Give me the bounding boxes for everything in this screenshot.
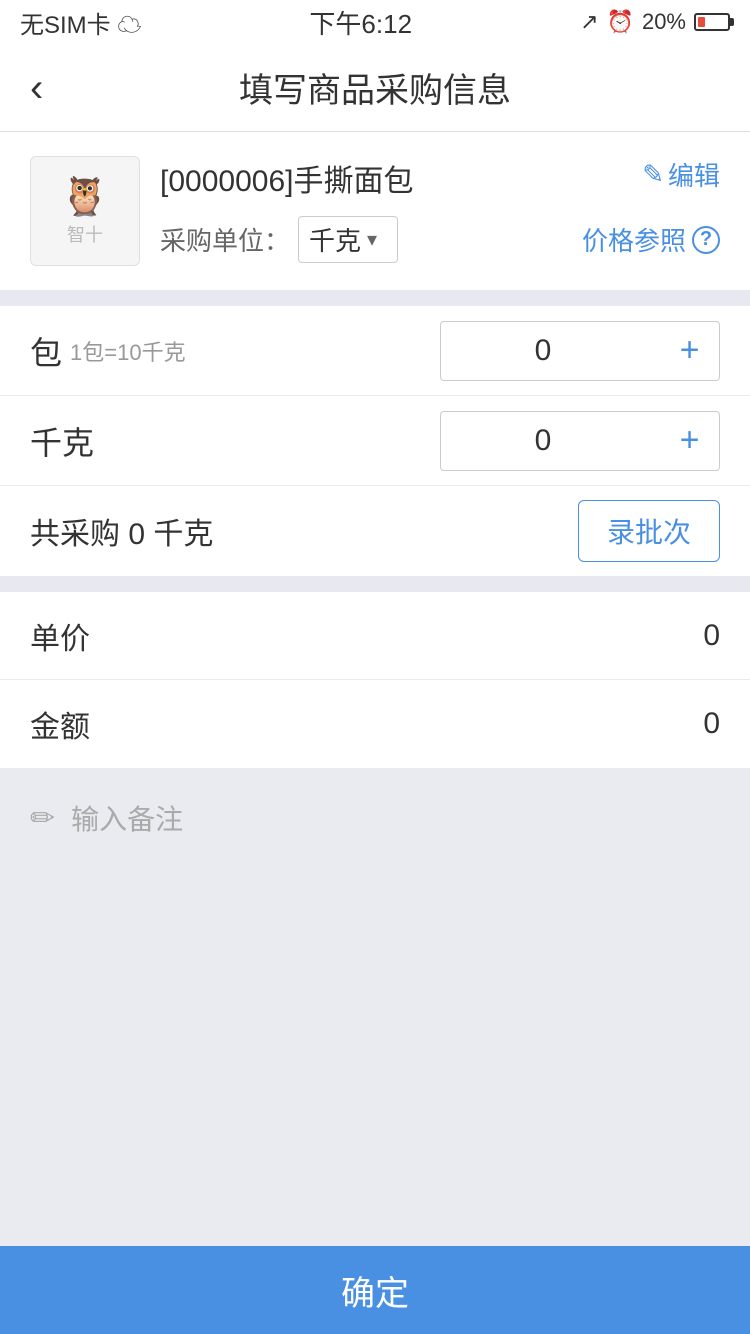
alarm-icon: ⏰ [607, 9, 634, 35]
unit-price-value: 0 [703, 619, 720, 653]
status-right: ↗ ⏰ 20% [580, 9, 730, 35]
total-row: 共采购 0 千克 录批次 [0, 486, 750, 576]
note-placeholder: 输入备注 [71, 798, 183, 838]
battery-percent: 20% [642, 9, 686, 35]
help-icon: ? [692, 226, 720, 254]
kg-plus-button[interactable]: + [660, 411, 720, 471]
unit-selector[interactable]: 千克 ▾ [298, 216, 398, 263]
unit-prefix: 采购单位： [160, 221, 290, 258]
product-name: [0000006]手撕面包 [160, 156, 413, 200]
note-section[interactable]: ✏ 输入备注 [0, 768, 750, 868]
bag-input-wrap: + [190, 321, 720, 381]
product-header: [0000006]手撕面包 ✎ 编辑 [160, 156, 720, 200]
bag-label: 包 1包=10千克 [30, 328, 190, 374]
page-content: 🦉 智十 [0000006]手撕面包 ✎ 编辑 采购单位： 千克 ▾ [0, 132, 750, 1334]
dropdown-arrow-icon: ▾ [367, 227, 377, 252]
bag-input[interactable] [440, 321, 660, 381]
product-thumbnail: 🦉 智十 [30, 156, 140, 266]
status-time: 下午6:12 [309, 4, 412, 41]
page-title: 填写商品采购信息 [239, 63, 511, 112]
sim-label: 无SIM卡 ☁ [20, 5, 141, 40]
status-bar: 无SIM卡 ☁ 下午6:12 ↗ ⏰ 20% [0, 0, 750, 44]
bottom-spacer [0, 868, 750, 1068]
unit-value: 千克 [309, 221, 361, 258]
edit-label: 编辑 [668, 156, 720, 193]
nav-bar: ‹ 填写商品采购信息 [0, 44, 750, 132]
status-left: 无SIM卡 ☁ [20, 5, 141, 40]
bag-label-sub: 1包=10千克 [70, 335, 186, 367]
product-info: [0000006]手撕面包 ✎ 编辑 采购单位： 千克 ▾ 价格参照 ? [160, 156, 720, 263]
location-icon: ↗ [580, 9, 598, 35]
batch-button[interactable]: 录批次 [578, 500, 720, 562]
kg-input-row: 千克 + [0, 396, 750, 486]
price-section: 单价 0 金额 0 [0, 592, 750, 768]
product-thumb-owl: 🦉 [61, 175, 108, 219]
amount-value: 0 [703, 707, 720, 741]
pencil-icon: ✏ [30, 801, 55, 836]
battery-icon [694, 13, 730, 31]
price-reference-button[interactable]: 价格参照 ? [582, 221, 720, 258]
section-divider-2 [0, 576, 750, 592]
section-divider-1 [0, 290, 750, 306]
product-unit-row: 采购单位： 千克 ▾ 价格参照 ? [160, 216, 720, 263]
confirm-button[interactable]: 确定 [0, 1246, 750, 1334]
input-section: 包 1包=10千克 + 千克 + [0, 306, 750, 486]
price-ref-label: 价格参照 [582, 221, 686, 258]
total-text: 共采购 0 千克 [30, 509, 213, 553]
bag-plus-button[interactable]: + [660, 321, 720, 381]
edit-icon: ✎ [642, 159, 664, 190]
edit-button[interactable]: ✎ 编辑 [642, 156, 720, 193]
bag-input-row: 包 1包=10千克 + [0, 306, 750, 396]
unit-price-label: 单价 [30, 614, 90, 658]
kg-label-main: 千克 [30, 418, 94, 464]
amount-label: 金额 [30, 702, 90, 746]
kg-input[interactable] [440, 411, 660, 471]
product-thumb-text: 智十 [67, 221, 103, 247]
kg-input-wrap: + [190, 411, 720, 471]
back-button[interactable]: ‹ [30, 68, 43, 108]
amount-row: 金额 0 [0, 680, 750, 768]
unit-price-row: 单价 0 [0, 592, 750, 680]
product-card: 🦉 智十 [0000006]手撕面包 ✎ 编辑 采购单位： 千克 ▾ [0, 132, 750, 290]
kg-label: 千克 [30, 418, 190, 464]
bag-label-main: 包 [30, 328, 62, 374]
